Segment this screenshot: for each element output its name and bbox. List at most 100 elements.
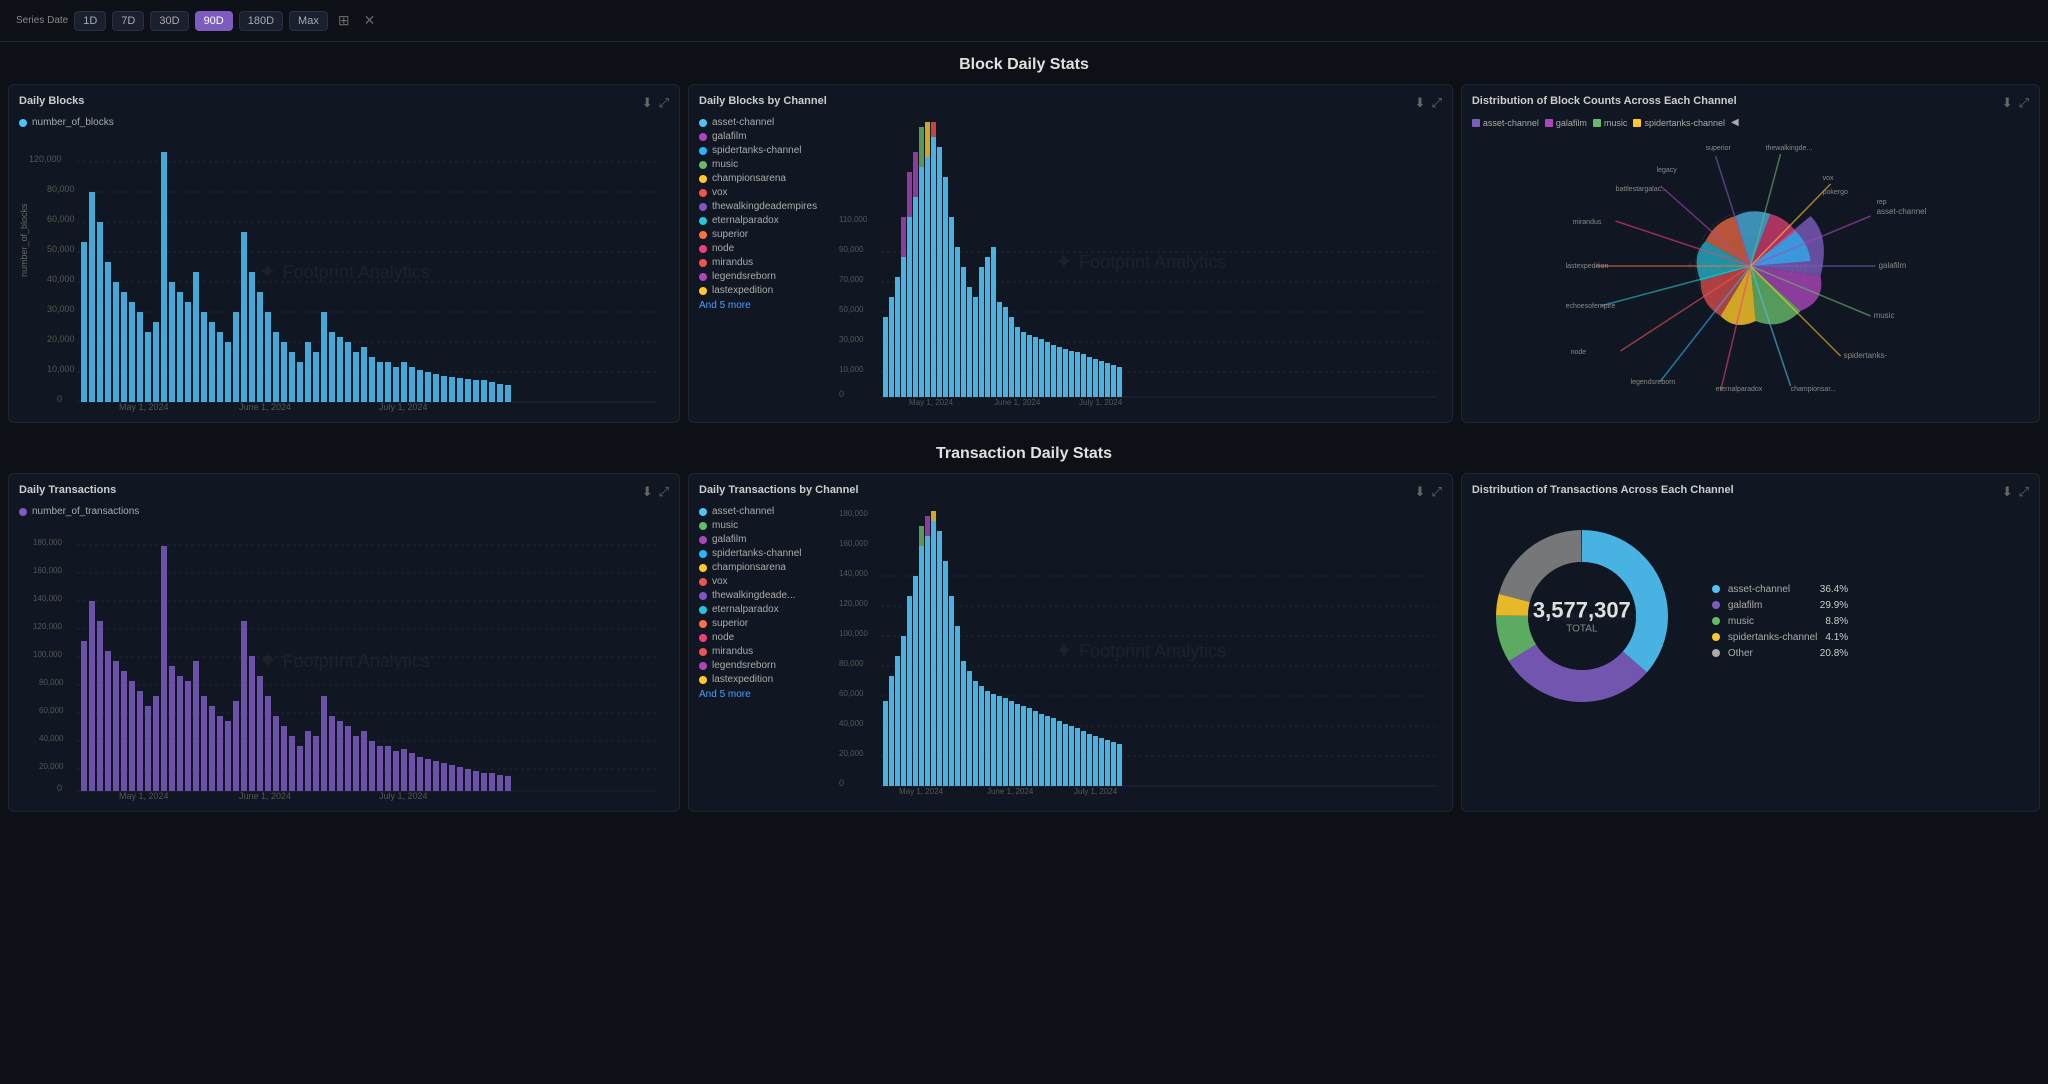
legend-num-tx: number_of_transactions (19, 506, 669, 517)
radial-chart-area: ✦ Footprint Analytics (1472, 136, 2029, 396)
svg-text:160,000: 160,000 (33, 566, 62, 575)
svg-text:thewalkingde...: thewalkingde... (1765, 145, 1812, 152)
txchan-svg: 0 20,000 40,000 60,000 80,000 100,000 12… (839, 506, 1442, 796)
svg-text:legacy: legacy (1656, 167, 1677, 174)
svg-text:140,000: 140,000 (33, 594, 62, 603)
donut-total-label: TOTAL (1533, 624, 1631, 635)
svg-text:May 1, 2024: May 1, 2024 (909, 398, 954, 407)
calendar-icon[interactable]: ⊞ (334, 10, 354, 31)
tx-by-channel-title: Daily Transactions by Channel (699, 484, 859, 496)
btn-90d[interactable]: 90D (195, 11, 233, 31)
svg-text:180,000: 180,000 (839, 509, 868, 518)
svg-text:100,000: 100,000 (33, 650, 62, 659)
and-more-blocks[interactable]: And 5 more (699, 300, 831, 311)
expand-btn-tx[interactable]: ⤢ (659, 484, 669, 500)
svg-text:20,000: 20,000 (839, 749, 864, 758)
expand-btn-blocks[interactable]: ⤢ (659, 95, 669, 111)
svg-text:eternalparadox: eternalparadox (1715, 386, 1762, 393)
blocks-by-channel-title: Daily Blocks by Channel (699, 95, 827, 107)
svg-text:60,000: 60,000 (47, 214, 75, 224)
dist-item-galafilm: galafilm 29.9% (1712, 600, 1848, 611)
expand-btn-txchan[interactable]: ⤢ (1431, 484, 1441, 500)
svg-text:July 1, 2024: July 1, 2024 (379, 791, 428, 801)
svg-text:50,000: 50,000 (47, 244, 75, 254)
daily-blocks-panel: Daily Blocks ⬇ ⤢ number_of_blocks ✦ Foot… (8, 84, 680, 423)
dist-legend-chips: asset-channel galafilm music spidertanks… (1472, 117, 2029, 128)
svg-text:120,000: 120,000 (33, 622, 62, 631)
tx-charts-row: Daily Transactions ⬇ ⤢ number_of_transac… (0, 473, 2048, 820)
svg-text:pokergo: pokergo (1822, 189, 1847, 196)
dot-galafilm (1712, 601, 1720, 609)
and-more-tx[interactable]: And 5 more (699, 689, 831, 700)
svg-text:galafilm: galafilm (1878, 261, 1906, 270)
block-charts-row: Daily Blocks ⬇ ⤢ number_of_blocks ✦ Foot… (0, 84, 2048, 431)
svg-text:0: 0 (57, 394, 62, 404)
series-date-label: Series Date (16, 15, 68, 26)
expand-btn-dist[interactable]: ⤢ (2019, 95, 2029, 111)
tx-by-channel-panel: Daily Transactions by Channel ⬇ ⤢ asset-… (688, 473, 1453, 812)
tx-dist-legend: asset-channel 36.4% galafilm 29.9% music… (1712, 584, 1848, 659)
svg-text:120,000: 120,000 (29, 154, 62, 164)
svg-text:50,000: 50,000 (839, 305, 864, 314)
svg-text:lastexpedition: lastexpedition (1565, 263, 1608, 270)
daily-tx-chart: ✦ Footprint Analytics 0 20,000 40,000 60… (19, 521, 669, 801)
svg-text:90,000: 90,000 (839, 245, 864, 254)
svg-text:echoesofempire: echoesofempire (1565, 303, 1615, 310)
tx-svg: 0 20,000 40,000 60,000 80,000 100,000 12… (19, 521, 669, 801)
svg-text:80,000: 80,000 (39, 678, 64, 687)
download-btn-blocks[interactable]: ⬇ (642, 95, 653, 111)
donut-total: 3,577,307 (1533, 598, 1631, 624)
block-distribution-panel: Distribution of Block Counts Across Each… (1461, 84, 2040, 423)
expand-btn-txdist[interactable]: ⤢ (2019, 484, 2029, 500)
svg-text:10,000: 10,000 (839, 365, 864, 374)
btn-7d[interactable]: 7D (112, 11, 144, 31)
tx-distribution-panel: Distribution of Transactions Across Each… (1461, 473, 2040, 812)
svg-text:20,000: 20,000 (39, 762, 64, 771)
svg-text:July 1, 2024: July 1, 2024 (379, 402, 428, 412)
dist-item-asset: asset-channel 36.4% (1712, 584, 1848, 595)
svg-text:80,000: 80,000 (47, 184, 75, 194)
download-btn-tx[interactable]: ⬇ (642, 484, 653, 500)
svg-text:June 1, 2024: June 1, 2024 (987, 787, 1034, 796)
blocks-stacked-chart: ✦ Footprint Analytics 0 10,000 30,000 50… (839, 117, 1442, 407)
svg-text:30,000: 30,000 (839, 335, 864, 344)
btn-30d[interactable]: 30D (150, 11, 188, 31)
btn-1d[interactable]: 1D (74, 11, 106, 31)
svg-text:number_of_blocks: number_of_blocks (19, 203, 29, 277)
svg-text:June 1, 2024: June 1, 2024 (239, 402, 291, 412)
svg-text:40,000: 40,000 (839, 719, 864, 728)
svg-text:180,000: 180,000 (33, 538, 62, 547)
dot-music (1712, 617, 1720, 625)
svg-text:110,000: 110,000 (839, 215, 868, 224)
daily-blocks-chart: ✦ Footprint Analytics 0 10,000 20,000 30… (19, 132, 669, 412)
donut-wrap-tx: ✦ Footprint Analytics (1472, 506, 1692, 726)
block-dist-title: Distribution of Block Counts Across Each… (1472, 95, 1737, 107)
dot-asset (1712, 585, 1720, 593)
legend-dot-tx (19, 508, 27, 516)
svg-text:June 1, 2024: June 1, 2024 (239, 791, 291, 801)
download-btn-dist[interactable]: ⬇ (2002, 95, 2013, 111)
tx-by-channel-body: asset-channel music galafilm spidertanks… (699, 506, 1442, 796)
blocks-by-channel-panel: Daily Blocks by Channel ⬇ ⤢ asset-channe… (688, 84, 1453, 423)
tx-dist-inner: ✦ Footprint Analytics (1472, 506, 2029, 726)
svg-text:May 1, 2024: May 1, 2024 (119, 402, 169, 412)
dist-item-music: music 8.8% (1712, 616, 1848, 627)
btn-180d[interactable]: 180D (239, 11, 283, 31)
tx-dist-title: Distribution of Transactions Across Each… (1472, 484, 1734, 496)
btn-max[interactable]: Max (289, 11, 328, 31)
svg-text:July 1, 2024: July 1, 2024 (1079, 398, 1123, 407)
download-btn-bychan[interactable]: ⬇ (1415, 95, 1426, 111)
download-btn-txchan[interactable]: ⬇ (1415, 484, 1426, 500)
dist-legend-toggle[interactable]: ◀ (1731, 117, 1739, 128)
close-icon[interactable]: ✕ (360, 10, 380, 31)
svg-text:0: 0 (839, 778, 844, 788)
svg-text:June 1, 2024: June 1, 2024 (994, 398, 1041, 407)
expand-btn-bychan[interactable]: ⤢ (1431, 95, 1441, 111)
bychan-svg: 0 10,000 30,000 50,000 70,000 90,000 110… (839, 117, 1442, 407)
download-btn-txdist[interactable]: ⬇ (2002, 484, 2013, 500)
daily-tx-panel: Daily Transactions ⬇ ⤢ number_of_transac… (8, 473, 680, 812)
tx-section-title: Transaction Daily Stats (0, 431, 2048, 473)
legend-num-blocks: number_of_blocks (19, 117, 669, 128)
legend-col-txchan: asset-channel music galafilm spidertanks… (699, 506, 839, 796)
dot-other (1712, 649, 1720, 657)
